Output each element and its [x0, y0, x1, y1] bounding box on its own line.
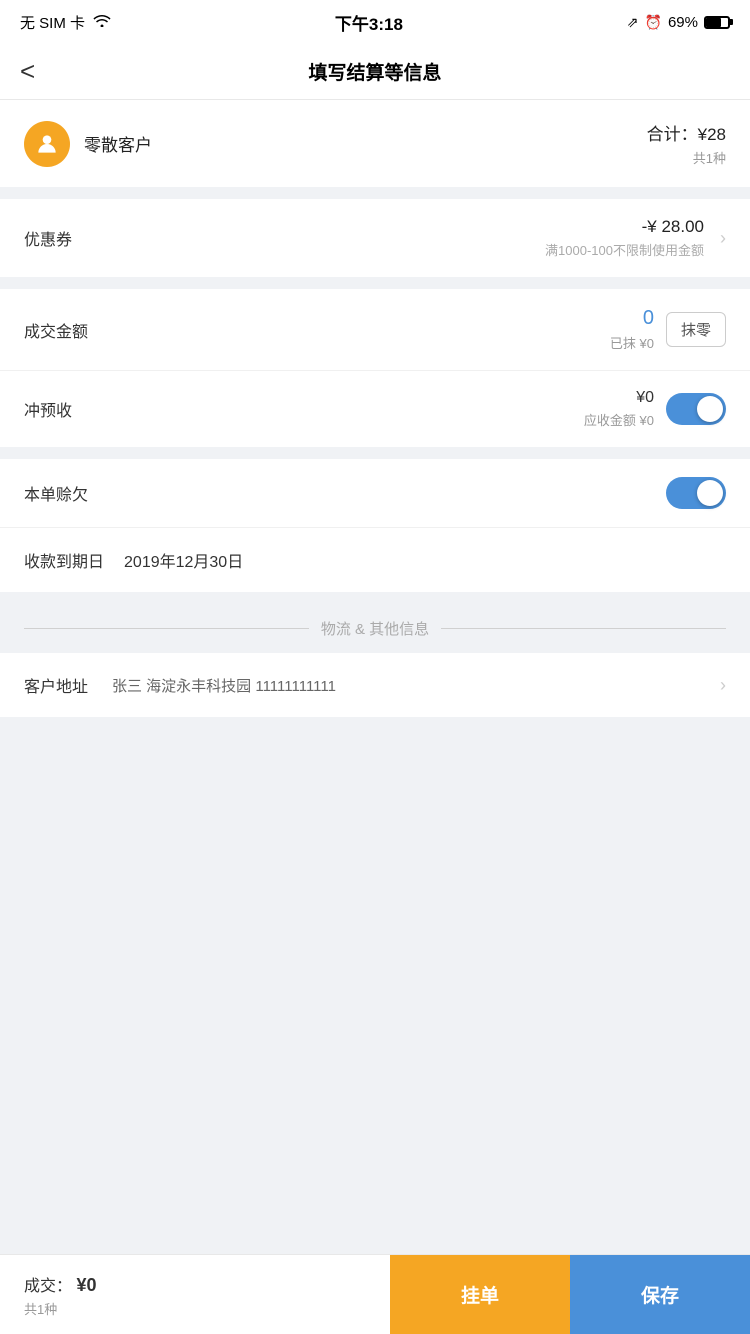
- due-date-value: 2019年12月30日: [124, 548, 243, 572]
- coupon-row[interactable]: 优惠券 -¥ 28.00 满1000-100不限制使用金额 ›: [0, 199, 750, 277]
- bottom-bar: 成交： ¥0 共1种 挂单 保存: [0, 1254, 750, 1334]
- back-button[interactable]: <: [20, 56, 60, 87]
- coupon-right: -¥ 28.00 满1000-100不限制使用金额 ›: [72, 217, 726, 259]
- prepay-row: 冲预收 ¥0 应收金额 ¥0: [0, 371, 750, 447]
- customer-total: 合计：¥28: [647, 120, 726, 145]
- address-label: 客户地址: [24, 673, 104, 697]
- debt-row: 本单赊欠: [0, 459, 750, 528]
- status-right: ⇗ ⏰ 69%: [627, 14, 730, 31]
- bottom-count: 共1种: [24, 1299, 366, 1318]
- location-icon: ⇗: [627, 14, 639, 31]
- alarm-icon: ⏰: [645, 14, 662, 31]
- status-bar: 无 SIM 卡 下午3:18 ⇗ ⏰ 69%: [0, 0, 750, 44]
- deal-section: 成交金额 0 已抹 ¥0 抹零 冲预收 ¥0 应收金额 ¥0: [0, 289, 750, 447]
- logistics-line-left: [24, 628, 309, 629]
- rounded-desc: 已抹 ¥0: [610, 333, 654, 352]
- logistics-label: 物流 & 其他信息: [321, 618, 429, 639]
- deal-amount-value: 0: [610, 307, 654, 330]
- customer-row: 零散客户 合计：¥28 共1种: [0, 100, 750, 187]
- coupon-discount: -¥ 28.00 满1000-100不限制使用金额: [545, 217, 704, 259]
- toggle-knob: [697, 396, 723, 422]
- prepay-label: 冲预收: [24, 397, 72, 421]
- customer-left: 零散客户: [24, 121, 152, 167]
- address-chevron-icon: ›: [720, 675, 726, 696]
- prepay-right: ¥0 应收金额 ¥0: [72, 389, 726, 429]
- deal-amount-row: 成交金额 0 已抹 ¥0 抹零: [0, 289, 750, 371]
- content-area: 零散客户 合计：¥28 共1种 优惠券 -¥ 28.00 满1000-100不限…: [0, 100, 750, 819]
- due-date-label: 收款到期日: [24, 548, 104, 572]
- due-date-row: 收款到期日 2019年12月30日: [0, 528, 750, 592]
- chevron-right-icon: ›: [720, 228, 726, 249]
- status-time: 下午3:18: [335, 10, 403, 35]
- coupon-label: 优惠券: [24, 226, 72, 250]
- debt-label: 本单赊欠: [24, 481, 88, 505]
- network-label: 无 SIM 卡: [20, 12, 85, 33]
- customer-name: 零散客户: [84, 131, 152, 156]
- wifi-icon: [93, 13, 111, 31]
- debt-right: [88, 477, 726, 509]
- logistics-line-right: [441, 628, 726, 629]
- customer-count: 共1种: [647, 148, 726, 167]
- nav-bar: < 填写结算等信息: [0, 44, 750, 100]
- prepay-value-col: ¥0 应收金额 ¥0: [584, 389, 654, 429]
- coupon-amount: -¥ 28.00: [545, 217, 704, 237]
- customer-right: 合计：¥28 共1种: [647, 120, 726, 167]
- debt-toggle-knob: [697, 480, 723, 506]
- round-zero-button[interactable]: 抹零: [666, 312, 726, 347]
- coupon-section: 优惠券 -¥ 28.00 满1000-100不限制使用金额 ›: [0, 199, 750, 277]
- page-title: 填写结算等信息: [308, 58, 441, 85]
- avatar: [24, 121, 70, 167]
- address-row[interactable]: 客户地址 张三 海淀永丰科技园 11111111111 ›: [0, 653, 750, 717]
- debt-section: 本单赊欠 收款到期日 2019年12月30日: [0, 459, 750, 592]
- prepay-toggle[interactable]: [666, 393, 726, 425]
- bottom-deal-label: 成交：: [24, 1278, 72, 1295]
- address-value: 张三 海淀永丰科技园 11111111111: [104, 675, 716, 696]
- battery-icon: [704, 16, 730, 29]
- coupon-desc: 满1000-100不限制使用金额: [545, 240, 704, 259]
- round-zero-col: 0 已抹 ¥0: [610, 307, 654, 352]
- deal-amount-label: 成交金额: [24, 318, 88, 342]
- debt-toggle[interactable]: [666, 477, 726, 509]
- battery-percent: 69%: [668, 14, 698, 31]
- prepay-sub-desc: 应收金额 ¥0: [584, 410, 654, 429]
- bottom-deal-amount: ¥0: [76, 1275, 96, 1295]
- logistics-header: 物流 & 其他信息: [0, 604, 750, 653]
- bottom-info: 成交： ¥0 共1种: [0, 1272, 390, 1318]
- status-left: 无 SIM 卡: [20, 12, 111, 33]
- save-button[interactable]: 保存: [570, 1255, 750, 1334]
- bottom-deal-line: 成交： ¥0: [24, 1272, 366, 1296]
- prepay-value: ¥0: [584, 389, 654, 407]
- pending-button[interactable]: 挂单: [390, 1255, 570, 1334]
- deal-amount-right: 0 已抹 ¥0 抹零: [88, 307, 726, 352]
